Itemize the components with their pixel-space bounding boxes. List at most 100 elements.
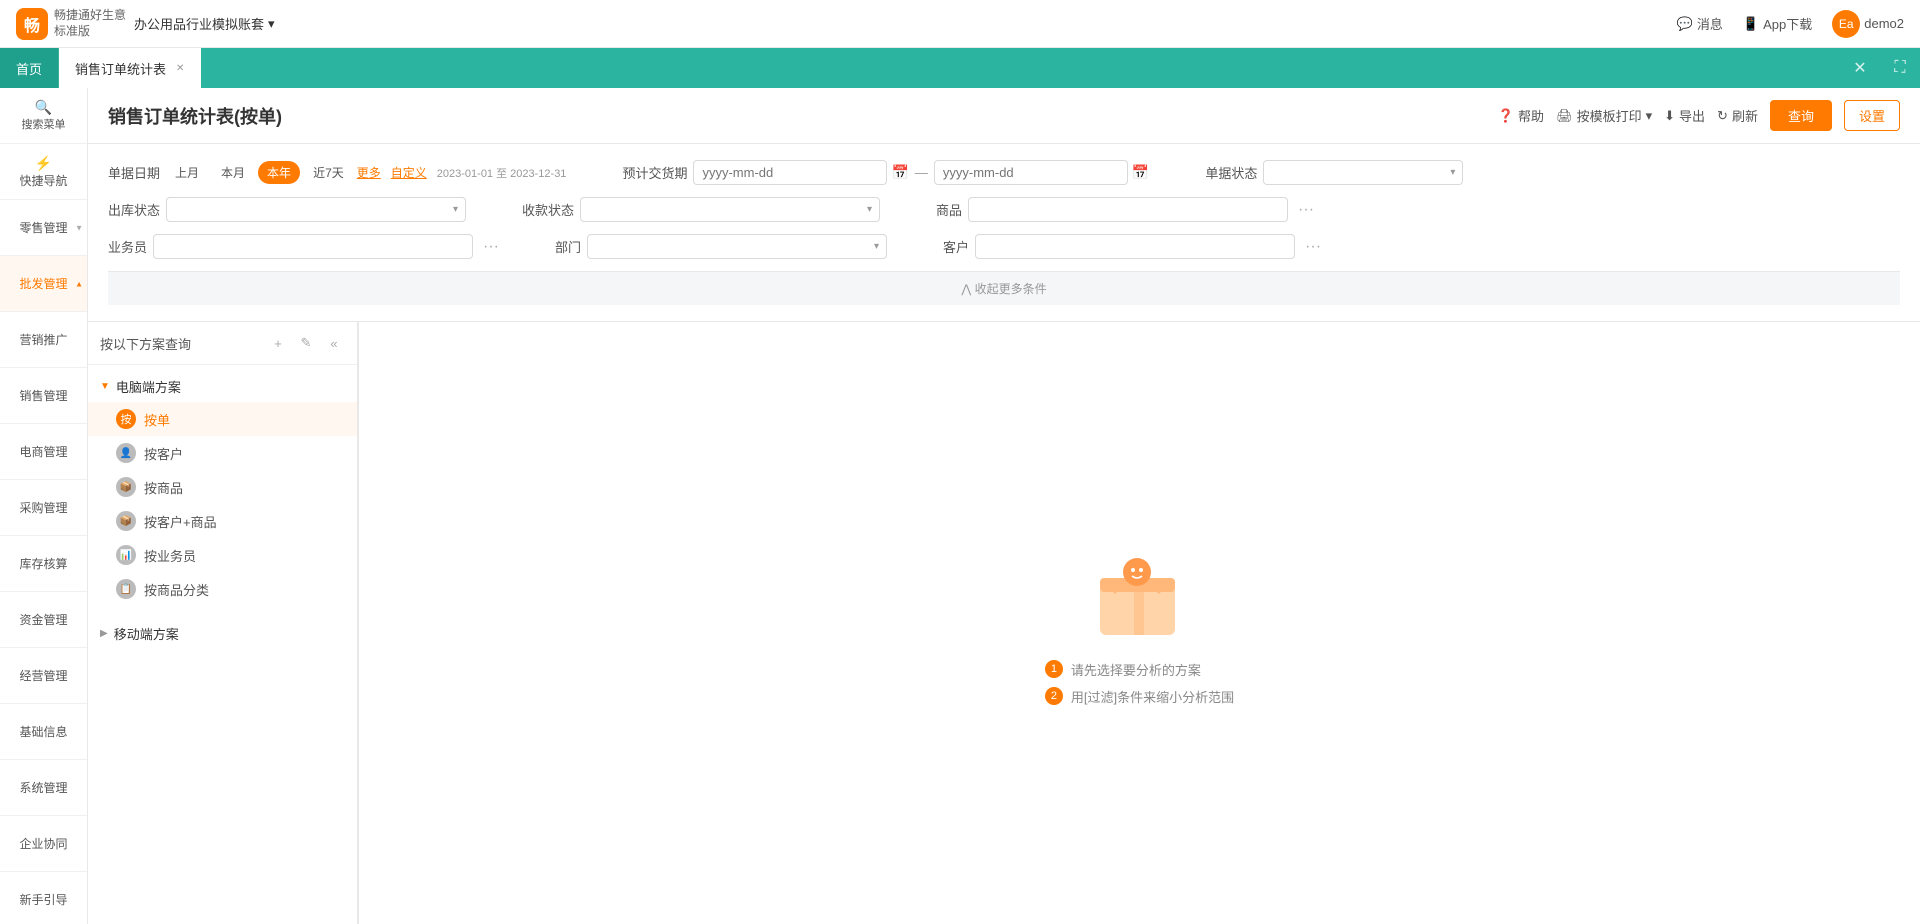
scheme-item-by-cust-goods[interactable]: 📦 按客户+商品 (88, 504, 357, 538)
sidebar-item-marketing[interactable]: 营销推广 (0, 312, 87, 368)
sidebar-item-sales[interactable]: 销售管理 (0, 368, 87, 424)
help-button[interactable]: ❓ 帮助 (1498, 106, 1544, 125)
empty-tips: 1 请先选择要分析的方案 2 用[过滤]条件来缩小分析范围 (1045, 660, 1234, 706)
window-maximize-button[interactable]: ⛶ (1880, 48, 1920, 88)
scheme-group-desktop: ▼ 电脑端方案 按 按单 👤 按客户 (88, 365, 357, 612)
filter-panel: 单据日期 上月 本月 本年 近7天 更多 自定义 2023-01-01 至 20… (88, 144, 1920, 322)
scheme-group-mobile: ▶ 移动端方案 (88, 612, 357, 655)
sidebar-item-newbie[interactable]: 新手引导 (0, 872, 87, 924)
print-icon: 🖨 (1556, 108, 1573, 124)
scheme-item-icon-salesperson: 📊 (116, 545, 136, 565)
sidebar-item-base[interactable]: 基础信息 (0, 704, 87, 760)
tab-sales-order-stat[interactable]: 销售订单统计表 ✕ (59, 48, 201, 88)
shipping-status-select[interactable] (166, 197, 466, 222)
scheme-item-by-goods[interactable]: 📦 按商品 (88, 470, 357, 504)
sidebar-item-operations[interactable]: 经营管理 (0, 648, 87, 704)
app-download-icon: 📱 (1743, 16, 1759, 32)
sidebar-item-purchase[interactable]: 采购管理 (0, 480, 87, 536)
message-button[interactable]: 💬 消息 (1677, 14, 1723, 33)
tip-number-1: 1 (1045, 660, 1063, 678)
scheme-collapse-button[interactable]: « (323, 332, 345, 354)
collapse-bar[interactable]: ⋀ 收起更多条件 (108, 271, 1900, 305)
tab-home[interactable]: 首页 (0, 48, 59, 88)
scheme-item-by-goods-cat[interactable]: 📋 按商品分类 (88, 572, 357, 606)
quick-nav-icon: ⚡ (35, 155, 52, 172)
receipt-status-label: 收款状态 (522, 200, 574, 219)
department-select[interactable] (587, 234, 887, 259)
sidebar-search[interactable]: 🔍 搜索菜单 (0, 88, 87, 144)
date-this-year[interactable]: 本年 (258, 161, 300, 184)
user-profile[interactable]: Ea demo2 (1832, 10, 1904, 38)
sidebar-item-quick-nav[interactable]: ⚡ 快捷导航 (0, 144, 87, 200)
customer-more-icon[interactable]: ··· (1305, 238, 1321, 256)
query-button[interactable]: 查询 (1770, 100, 1832, 131)
filter-date: 单据日期 上月 本月 本年 近7天 更多 自定义 2023-01-01 至 20… (108, 161, 566, 184)
date-prev-month[interactable]: 上月 (166, 161, 208, 184)
order-status-select[interactable] (1263, 160, 1463, 185)
scheme-add-button[interactable]: + (267, 332, 289, 354)
message-icon: 💬 (1677, 16, 1693, 32)
scheme-header: 按以下方案查询 + ✎ « (88, 322, 357, 365)
scheme-item-by-salesperson[interactable]: 📊 按业务员 (88, 538, 357, 572)
print-arrow-icon: ▾ (1646, 108, 1653, 124)
date-label: 单据日期 (108, 163, 160, 182)
salesperson-label: 业务员 (108, 237, 147, 256)
scheme-group-desktop-header[interactable]: ▼ 电脑端方案 (88, 371, 357, 402)
sidebar-item-retail[interactable]: 零售管理 (0, 200, 87, 256)
date-last7[interactable]: 近7天 (304, 161, 353, 184)
goods-more-icon[interactable]: ··· (1298, 201, 1314, 219)
filter-row-3: 业务员 ··· 部门 ▾ 客户 ··· (108, 234, 1900, 259)
export-button[interactable]: ⬇ 导出 (1664, 106, 1705, 125)
scheme-group-mobile-header[interactable]: ▶ 移动端方案 (88, 618, 357, 649)
filter-receipt-status: 收款状态 ▾ (522, 197, 880, 222)
breadcrumb[interactable]: 办公用品行业模拟账套 ▾ (134, 14, 275, 33)
calendar-end-icon[interactable]: 📅 (1132, 164, 1149, 181)
empty-svg-illustration (1080, 540, 1200, 640)
sidebar-item-system[interactable]: 系统管理 (0, 760, 87, 816)
sidebar-item-inventory[interactable]: 库存核算 (0, 536, 87, 592)
expected-delivery-end[interactable] (934, 160, 1128, 185)
calendar-start-icon[interactable]: 📅 (891, 164, 908, 181)
scheme-item-by-order[interactable]: 按 按单 (88, 402, 357, 436)
sidebar-item-finance[interactable]: 资金管理 (0, 592, 87, 648)
breadcrumb-arrow-icon: ▾ (268, 16, 275, 32)
salesperson-more-icon[interactable]: ··· (483, 238, 499, 256)
group-expand-icon: ▼ (100, 381, 110, 392)
date-range-display: 2023-01-01 至 2023-12-31 (437, 165, 567, 181)
receipt-status-select[interactable] (580, 197, 880, 222)
window-close-button[interactable]: ✕ (1840, 48, 1880, 88)
tab-close-icon[interactable]: ✕ (176, 63, 184, 74)
page-title: 销售订单统计表(按单) (108, 103, 282, 129)
expected-delivery-start[interactable] (693, 160, 887, 185)
right-main: 1 请先选择要分析的方案 2 用[过滤]条件来缩小分析范围 (359, 322, 1920, 924)
app-download-button[interactable]: 📱 App下载 (1743, 14, 1812, 33)
date-custom-button[interactable]: 自定义 (391, 164, 427, 181)
goods-input[interactable] (968, 197, 1288, 222)
sidebar-item-ecommerce[interactable]: 电商管理 (0, 424, 87, 480)
scheme-edit-button[interactable]: ✎ (295, 332, 317, 354)
page-title-bar: 销售订单统计表(按单) ❓ 帮助 🖨 按模板打印 ▾ ⬇ 导出 ↻ 刷新 (88, 88, 1920, 144)
template-print-button[interactable]: 🖨 按模板打印 ▾ (1556, 106, 1652, 125)
department-select-wrapper: ▾ (587, 234, 887, 259)
sidebar-item-wholesale[interactable]: 批发管理 (0, 256, 87, 312)
tab-bar: 首页 销售订单统计表 ✕ ✕ ⛶ (0, 48, 1920, 88)
avatar: Ea (1832, 10, 1860, 38)
shipping-status-select-wrapper: ▾ (166, 197, 466, 222)
refresh-icon: ↻ (1717, 108, 1728, 124)
customer-input[interactable] (975, 234, 1295, 259)
empty-illustration (1080, 540, 1200, 640)
logo-text: 畅捷通好生意 标准版 (54, 8, 126, 39)
salesperson-input[interactable] (153, 234, 473, 259)
scheme-item-by-customer[interactable]: 👤 按客户 (88, 436, 357, 470)
tip-number-2: 2 (1045, 687, 1063, 705)
date-this-month[interactable]: 本月 (212, 161, 254, 184)
date-more-button[interactable]: 更多 (357, 164, 381, 181)
header-right: 💬 消息 📱 App下载 Ea demo2 (1677, 10, 1904, 38)
sidebar-item-enterprise[interactable]: 企业协同 (0, 816, 87, 872)
logo-area: 畅 畅捷通好生意 标准版 (16, 8, 126, 40)
help-icon: ❓ (1498, 108, 1514, 124)
settings-button[interactable]: 设置 (1844, 100, 1900, 131)
header-left: 畅 畅捷通好生意 标准版 办公用品行业模拟账套 ▾ (16, 8, 275, 40)
receipt-status-select-wrapper: ▾ (580, 197, 880, 222)
refresh-button[interactable]: ↻ 刷新 (1717, 106, 1758, 125)
